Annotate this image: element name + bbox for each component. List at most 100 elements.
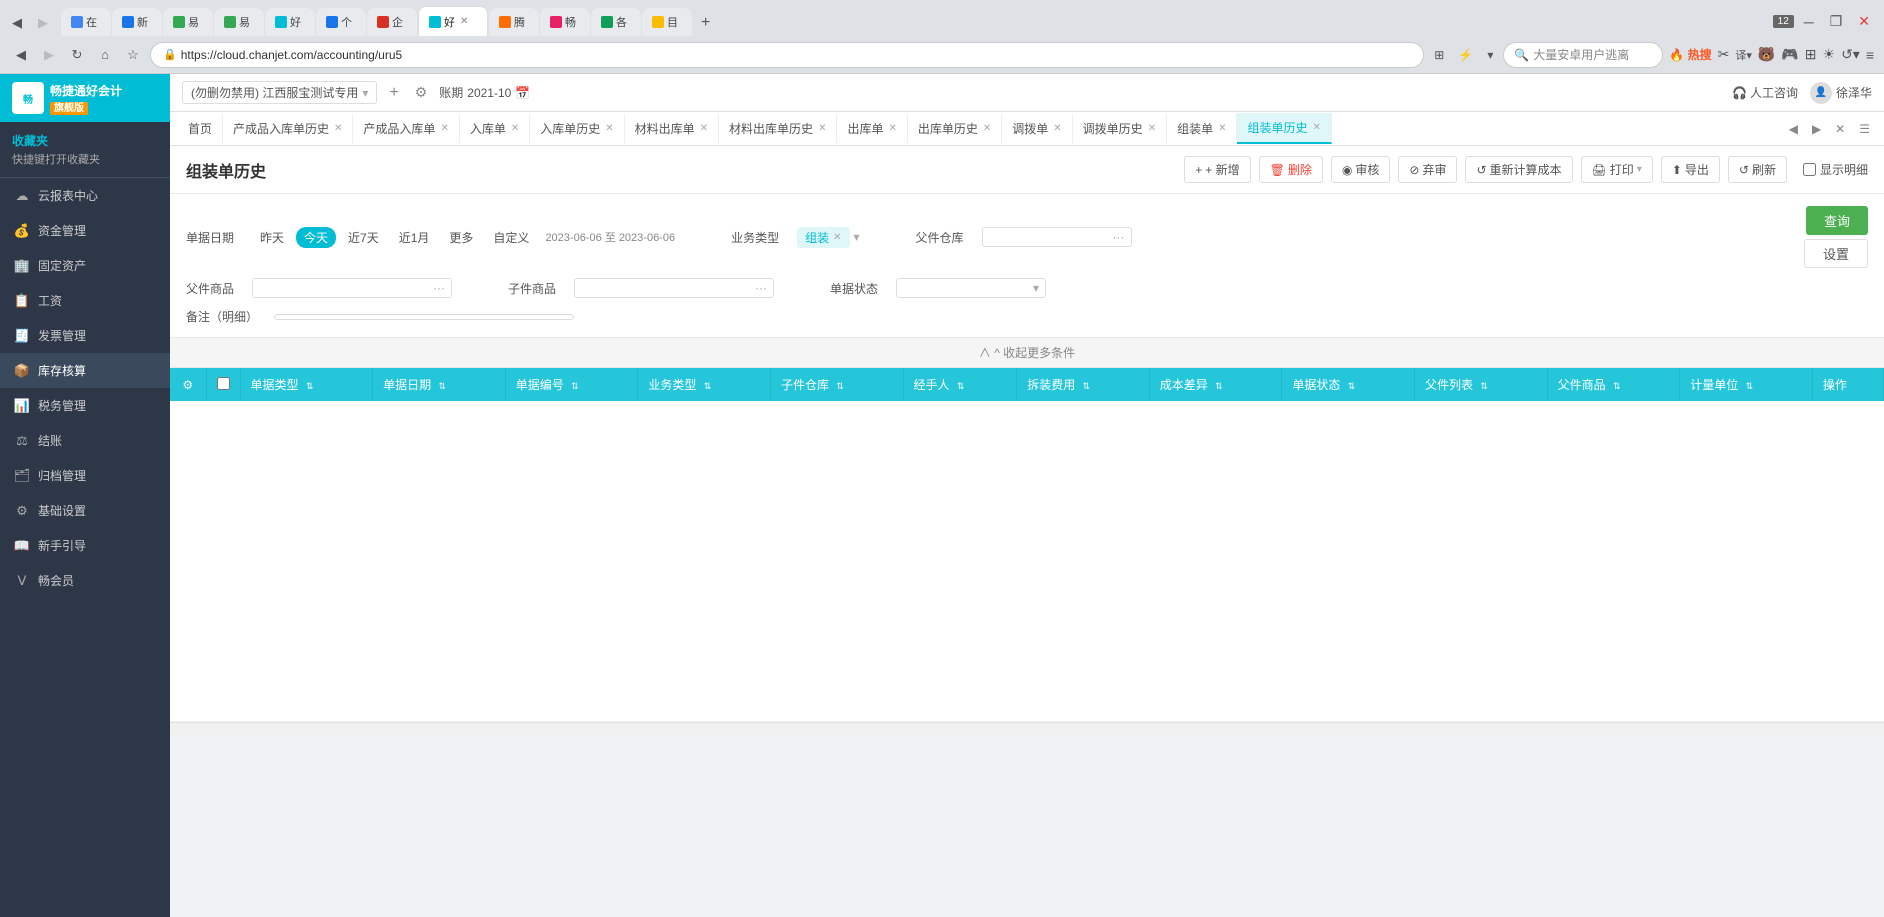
display-detail-checkbox-label[interactable]: 显示明细 [1803, 161, 1868, 178]
tab-close-icon[interactable]: ✕ [334, 123, 342, 134]
browser-forward-btn[interactable]: ▶ [34, 14, 52, 32]
th-bill-date[interactable]: 单据日期 ⇅ [373, 368, 506, 401]
tab-2[interactable]: 新 [112, 8, 162, 36]
tab-close-all-btn[interactable]: ✕ [1829, 119, 1851, 139]
emoji-icon[interactable]: 🐻 [1758, 46, 1775, 63]
th-parent-list[interactable]: 父件列表 ⇅ [1415, 368, 1548, 401]
remark-input[interactable] [274, 314, 574, 320]
th-parent-goods[interactable]: 父件商品 ⇅ [1547, 368, 1680, 401]
recalculate-btn[interactable]: ↺ 重新计算成本 [1465, 156, 1572, 183]
sidebar-item-archive[interactable]: 🗂 归档管理 [0, 458, 170, 493]
window-min-btn[interactable]: ─ [1798, 12, 1820, 32]
th-check[interactable] [206, 368, 240, 401]
nav-tab-material-out-history[interactable]: 材料出库单历史 ✕ [719, 114, 837, 143]
nav-tab-home[interactable]: 首页 [178, 114, 223, 143]
tab-6[interactable]: 个 [316, 8, 366, 36]
parent-goods-input[interactable]: ··· [252, 278, 452, 298]
date-btn-today[interactable]: 今天 [296, 227, 336, 248]
grid-icon[interactable]: ⊞ [1805, 46, 1817, 63]
sidebar-item-tax[interactable]: 📊 税务管理 [0, 388, 170, 423]
sidebar-item-settle[interactable]: ⚖ 结账 [0, 423, 170, 458]
company-settings-btn[interactable]: ⚙ [411, 84, 432, 101]
tab-close-icon[interactable]: ✕ [700, 123, 708, 134]
th-bill-status[interactable]: 单据状态 ⇅ [1282, 368, 1415, 401]
tab-close-icon[interactable]: ✕ [888, 123, 896, 134]
display-detail-checkbox[interactable] [1803, 163, 1816, 176]
tab-prev-btn[interactable]: ◀ [1783, 119, 1804, 139]
tab-close-icon[interactable]: ✕ [1148, 123, 1156, 134]
date-btn-7days[interactable]: 近7天 [340, 227, 387, 248]
tab-close-icon[interactable]: ✕ [440, 123, 448, 134]
audit-btn[interactable]: ◉ 审核 [1331, 156, 1391, 183]
bookmark-btn[interactable]: ☆ [122, 44, 144, 66]
browser-back-btn[interactable]: ◀ [8, 14, 26, 32]
tab-3[interactable]: 易 [163, 8, 213, 36]
translate-icon[interactable]: 译▾ [1735, 47, 1752, 63]
th-business-type[interactable]: 业务类型 ⇅ [638, 368, 771, 401]
nav-tab-in-bill[interactable]: 入库单 ✕ [460, 114, 530, 143]
nav-tab-in-history[interactable]: 入库单历史 ✕ [530, 114, 624, 143]
nav-tab-out-bill[interactable]: 出库单 ✕ [837, 114, 907, 143]
date-btn-yesterday[interactable]: 昨天 [252, 227, 292, 248]
sidebar-item-fixed-assets[interactable]: 🏢 固定资产 [0, 248, 170, 283]
tab-8-close[interactable]: ✕ [460, 16, 468, 27]
nav-tab-production-in[interactable]: 产成品入库单 ✕ [353, 114, 459, 143]
scissors-icon[interactable]: ✂ [1718, 46, 1730, 63]
nav-tab-assemble-history[interactable]: 组装单历史 ✕ [1237, 113, 1331, 144]
tab-close-icon[interactable]: ✕ [605, 123, 613, 134]
bill-status-select[interactable]: ▾ [896, 278, 1046, 298]
refresh-page-btn[interactable]: ↺ 刷新 [1728, 156, 1787, 183]
query-btn[interactable]: 查询 [1806, 206, 1868, 235]
sidebar-item-invoice[interactable]: 🧾 发票管理 [0, 318, 170, 353]
tab-11[interactable]: 各 [591, 8, 641, 36]
th-child-warehouse[interactable]: 子件仓库 ⇅ [770, 368, 903, 401]
tab-4[interactable]: 易 [214, 8, 264, 36]
export-btn[interactable]: ⬆ 导出 [1661, 156, 1720, 183]
tab-more-btn[interactable]: ☰ [1853, 119, 1876, 139]
forward-btn[interactable]: ▶ [38, 44, 60, 66]
tab-close-icon[interactable]: ✕ [818, 123, 826, 134]
date-btn-1month[interactable]: 近1月 [391, 227, 438, 248]
th-unit[interactable]: 计量单位 ⇅ [1680, 368, 1813, 401]
business-tag-remove[interactable]: ✕ [833, 232, 841, 243]
th-bill-no[interactable]: 单据编号 ⇅ [505, 368, 638, 401]
tab-7[interactable]: 企 [367, 8, 417, 36]
horizontal-scrollbar[interactable] [170, 722, 1884, 736]
sidebar-favorites[interactable]: 收藏夹 快捷键打开收藏夹 [0, 122, 170, 178]
search-bar[interactable]: 🔍 大量安卓用户逃离 [1503, 42, 1663, 68]
brightness-icon[interactable]: ☀ [1823, 46, 1836, 63]
sidebar-item-inventory[interactable]: 📦 库存核算 [0, 353, 170, 388]
add-btn[interactable]: + + 新增 [1184, 156, 1250, 183]
tab-10[interactable]: 畅 [540, 8, 590, 36]
hot-search-label[interactable]: 🔥 热搜 [1669, 46, 1711, 63]
nav-tab-production-in-history[interactable]: 产成品入库单历史 ✕ [223, 114, 353, 143]
sidebar-item-vip[interactable]: Ⅴ 畅会员 [0, 563, 170, 598]
nav-tab-out-history[interactable]: 出库单历史 ✕ [908, 114, 1002, 143]
add-company-btn[interactable]: + [385, 84, 402, 102]
tab-next-btn[interactable]: ▶ [1806, 119, 1827, 139]
undo-icon[interactable]: ↺▾ [1841, 46, 1860, 63]
window-close-btn[interactable]: ✕ [1852, 11, 1876, 32]
tab-1[interactable]: 在 [61, 8, 111, 36]
tab-8-active[interactable]: 好 ✕ [418, 6, 488, 36]
abandon-btn[interactable]: ⊘ 弃审 [1398, 156, 1457, 183]
tab-close-icon[interactable]: ✕ [1218, 123, 1226, 134]
print-btn[interactable]: 🖨 打印 ▾ [1581, 156, 1653, 183]
performance-icon[interactable]: ⚡ [1454, 46, 1477, 64]
sidebar-item-cloud-report[interactable]: ☁ 云报表中心 [0, 178, 170, 213]
tab-close-icon-active[interactable]: ✕ [1313, 122, 1321, 133]
game-icon[interactable]: 🎮 [1781, 46, 1798, 63]
child-goods-input[interactable]: ··· [574, 278, 774, 298]
window-max-btn[interactable]: ❐ [1824, 11, 1849, 32]
new-tab-btn[interactable]: + [693, 14, 718, 36]
nav-tab-material-out[interactable]: 材料出库单 ✕ [625, 114, 719, 143]
date-btn-custom[interactable]: 自定义 [485, 227, 537, 248]
tab-close-icon[interactable]: ✕ [983, 123, 991, 134]
parent-warehouse-input[interactable]: ··· [982, 227, 1132, 247]
select-all-checkbox[interactable] [217, 377, 230, 390]
th-cost-diff[interactable]: 成本差异 ⇅ [1149, 368, 1282, 401]
profile-dropdown-btn[interactable]: ▾ [1483, 46, 1497, 64]
user-info[interactable]: 👤 徐泽华 [1810, 82, 1872, 104]
sidebar-item-settings[interactable]: ⚙ 基础设置 [0, 493, 170, 528]
back-btn[interactable]: ◀ [10, 44, 32, 66]
